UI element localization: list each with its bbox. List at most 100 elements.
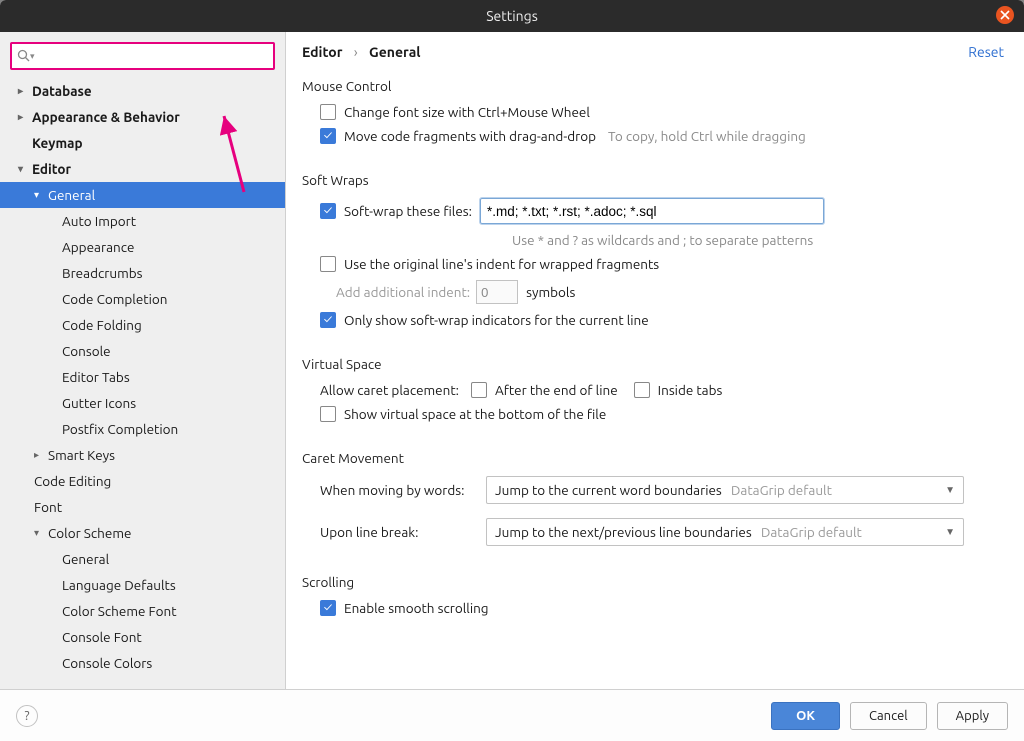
tree-color-scheme[interactable]: ▾Color Scheme [0, 520, 285, 546]
breadcrumb: Editor › General [302, 44, 421, 60]
close-icon [1000, 10, 1010, 20]
tree-appearance-behavior[interactable]: ▸Appearance & Behavior [0, 104, 285, 130]
select-by-words-suffix: DataGrip default [731, 482, 832, 498]
footer-buttons: OK Cancel Apply [771, 702, 1008, 730]
select-by-words[interactable]: Jump to the current word boundaries Data… [486, 476, 964, 504]
reset-link[interactable]: Reset [968, 44, 1004, 60]
checkbox-only-show[interactable] [320, 312, 336, 328]
hint-move-fragments: To copy, hold Ctrl while dragging [608, 128, 806, 144]
tree-editor-tabs[interactable]: Editor Tabs [0, 364, 285, 390]
row-line-break: Upon line break: Jump to the next/previo… [302, 514, 1004, 550]
checkbox-inside-tabs[interactable] [634, 382, 650, 398]
checkbox-smooth-scroll[interactable] [320, 600, 336, 616]
checkbox-after-eol[interactable] [471, 382, 487, 398]
tree-code-folding[interactable]: Code Folding [0, 312, 285, 338]
section-title-mouse: Mouse Control [302, 78, 1004, 94]
label-additional-indent: Add additional indent: [336, 284, 470, 300]
label-after-eol: After the end of line [495, 382, 618, 398]
breadcrumb-general: General [369, 44, 421, 60]
tree-editor-general[interactable]: ▾General [0, 182, 285, 208]
label-move-fragments: Move code fragments with drag-and-drop [344, 128, 596, 144]
row-show-bottom[interactable]: Show virtual space at the bottom of the … [302, 402, 1004, 426]
footer: ? OK Cancel Apply [0, 689, 1024, 741]
settings-window: Settings ▾ ▸Database ▸Appearance & Behav… [0, 0, 1024, 741]
select-line-break[interactable]: Jump to the next/previous line boundarie… [486, 518, 964, 546]
tree-postfix-completion[interactable]: Postfix Completion [0, 416, 285, 442]
section-title-virtual: Virtual Space [302, 356, 1004, 372]
tree-cs-console-colors[interactable]: Console Colors [0, 650, 285, 676]
row-allow-caret: Allow caret placement: After the end of … [302, 378, 1004, 402]
row-smooth-scroll[interactable]: Enable smooth scrolling [302, 596, 1004, 620]
row-move-fragments[interactable]: Move code fragments with drag-and-drop T… [302, 124, 1004, 148]
section-soft-wraps: Soft Wraps Soft-wrap these files: Use * … [302, 172, 1004, 332]
settings-tree[interactable]: ▸Database ▸Appearance & Behavior Keymap … [0, 76, 285, 689]
breadcrumb-sep-icon: › [354, 44, 358, 60]
row-by-words: When moving by words: Jump to the curren… [302, 472, 1004, 508]
main-header: Editor › General Reset [286, 32, 1024, 66]
tree-gutter-icons[interactable]: Gutter Icons [0, 390, 285, 416]
tree-cs-console-font[interactable]: Console Font [0, 624, 285, 650]
section-title-scrolling: Scrolling [302, 574, 1004, 590]
label-allow-caret: Allow caret placement: [320, 382, 459, 398]
row-change-font[interactable]: Change font size with Ctrl+Mouse Wheel [302, 100, 1004, 124]
chevron-down-icon: ▼ [945, 526, 955, 538]
hint-softwrap: Use * and ? as wildcards and ; to separa… [512, 232, 813, 248]
label-softwrap-files: Soft-wrap these files: [344, 203, 472, 219]
label-smooth-scroll: Enable smooth scrolling [344, 600, 489, 616]
search-input-wrapper[interactable]: ▾ [10, 42, 275, 70]
section-title-caret: Caret Movement [302, 450, 1004, 466]
row-softwrap-files: Soft-wrap these files: [302, 194, 1004, 228]
section-scrolling: Scrolling Enable smooth scrolling [302, 574, 1004, 620]
window-title: Settings [486, 8, 538, 24]
row-original-indent[interactable]: Use the original line's indent for wrapp… [302, 252, 1004, 276]
row-only-show[interactable]: Only show soft-wrap indicators for the c… [302, 308, 1004, 332]
tree-code-completion[interactable]: Code Completion [0, 286, 285, 312]
section-caret-movement: Caret Movement When moving by words: Jum… [302, 450, 1004, 550]
row-additional-indent: Add additional indent: symbols [302, 276, 1004, 308]
main-panel: Editor › General Reset Mouse Control Cha… [286, 32, 1024, 689]
checkbox-show-bottom[interactable] [320, 406, 336, 422]
input-softwrap-patterns[interactable] [480, 198, 824, 224]
input-additional-indent[interactable] [476, 280, 518, 304]
ok-button[interactable]: OK [771, 702, 840, 730]
label-change-font: Change font size with Ctrl+Mouse Wheel [344, 104, 590, 120]
label-symbols: symbols [526, 284, 575, 300]
tree-keymap[interactable]: Keymap [0, 130, 285, 156]
close-button[interactable] [996, 6, 1014, 24]
tree-code-editing[interactable]: Code Editing [0, 468, 285, 494]
chevron-down-icon: ▼ [945, 484, 955, 496]
tree-appearance[interactable]: Appearance [0, 234, 285, 260]
cancel-button[interactable]: Cancel [850, 702, 927, 730]
tree-cs-font[interactable]: Color Scheme Font [0, 598, 285, 624]
tree-cs-language-defaults[interactable]: Language Defaults [0, 572, 285, 598]
tree-editor[interactable]: ▾Editor [0, 156, 285, 182]
help-icon: ? [24, 709, 29, 723]
apply-button[interactable]: Apply [937, 702, 1008, 730]
section-title-softwraps: Soft Wraps [302, 172, 1004, 188]
search-input[interactable] [35, 49, 269, 64]
tree-cs-general[interactable]: General [0, 546, 285, 572]
sidebar: ▾ ▸Database ▸Appearance & Behavior Keyma… [0, 32, 286, 689]
section-mouse-control: Mouse Control Change font size with Ctrl… [302, 78, 1004, 148]
label-show-bottom: Show virtual space at the bottom of the … [344, 406, 606, 422]
main-content[interactable]: Mouse Control Change font size with Ctrl… [286, 66, 1024, 689]
tree-auto-import[interactable]: Auto Import [0, 208, 285, 234]
checkbox-change-font[interactable] [320, 104, 336, 120]
tree-font[interactable]: Font [0, 494, 285, 520]
help-button[interactable]: ? [16, 705, 38, 727]
row-softwrap-hint: Use * and ? as wildcards and ; to separa… [302, 228, 1004, 252]
checkbox-softwrap-files[interactable] [320, 203, 336, 219]
select-line-break-value: Jump to the next/previous line boundarie… [495, 524, 752, 540]
breadcrumb-editor[interactable]: Editor [302, 44, 342, 60]
tree-breadcrumbs[interactable]: Breadcrumbs [0, 260, 285, 286]
label-original-indent: Use the original line's indent for wrapp… [344, 256, 659, 272]
titlebar: Settings [0, 0, 1024, 32]
checkbox-original-indent[interactable] [320, 256, 336, 272]
checkbox-move-fragments[interactable] [320, 128, 336, 144]
select-line-break-suffix: DataGrip default [761, 524, 862, 540]
tree-console[interactable]: Console [0, 338, 285, 364]
tree-database[interactable]: ▸Database [0, 78, 285, 104]
label-by-words: When moving by words: [320, 482, 486, 498]
label-inside-tabs: Inside tabs [658, 382, 723, 398]
tree-smart-keys[interactable]: ▸Smart Keys [0, 442, 285, 468]
